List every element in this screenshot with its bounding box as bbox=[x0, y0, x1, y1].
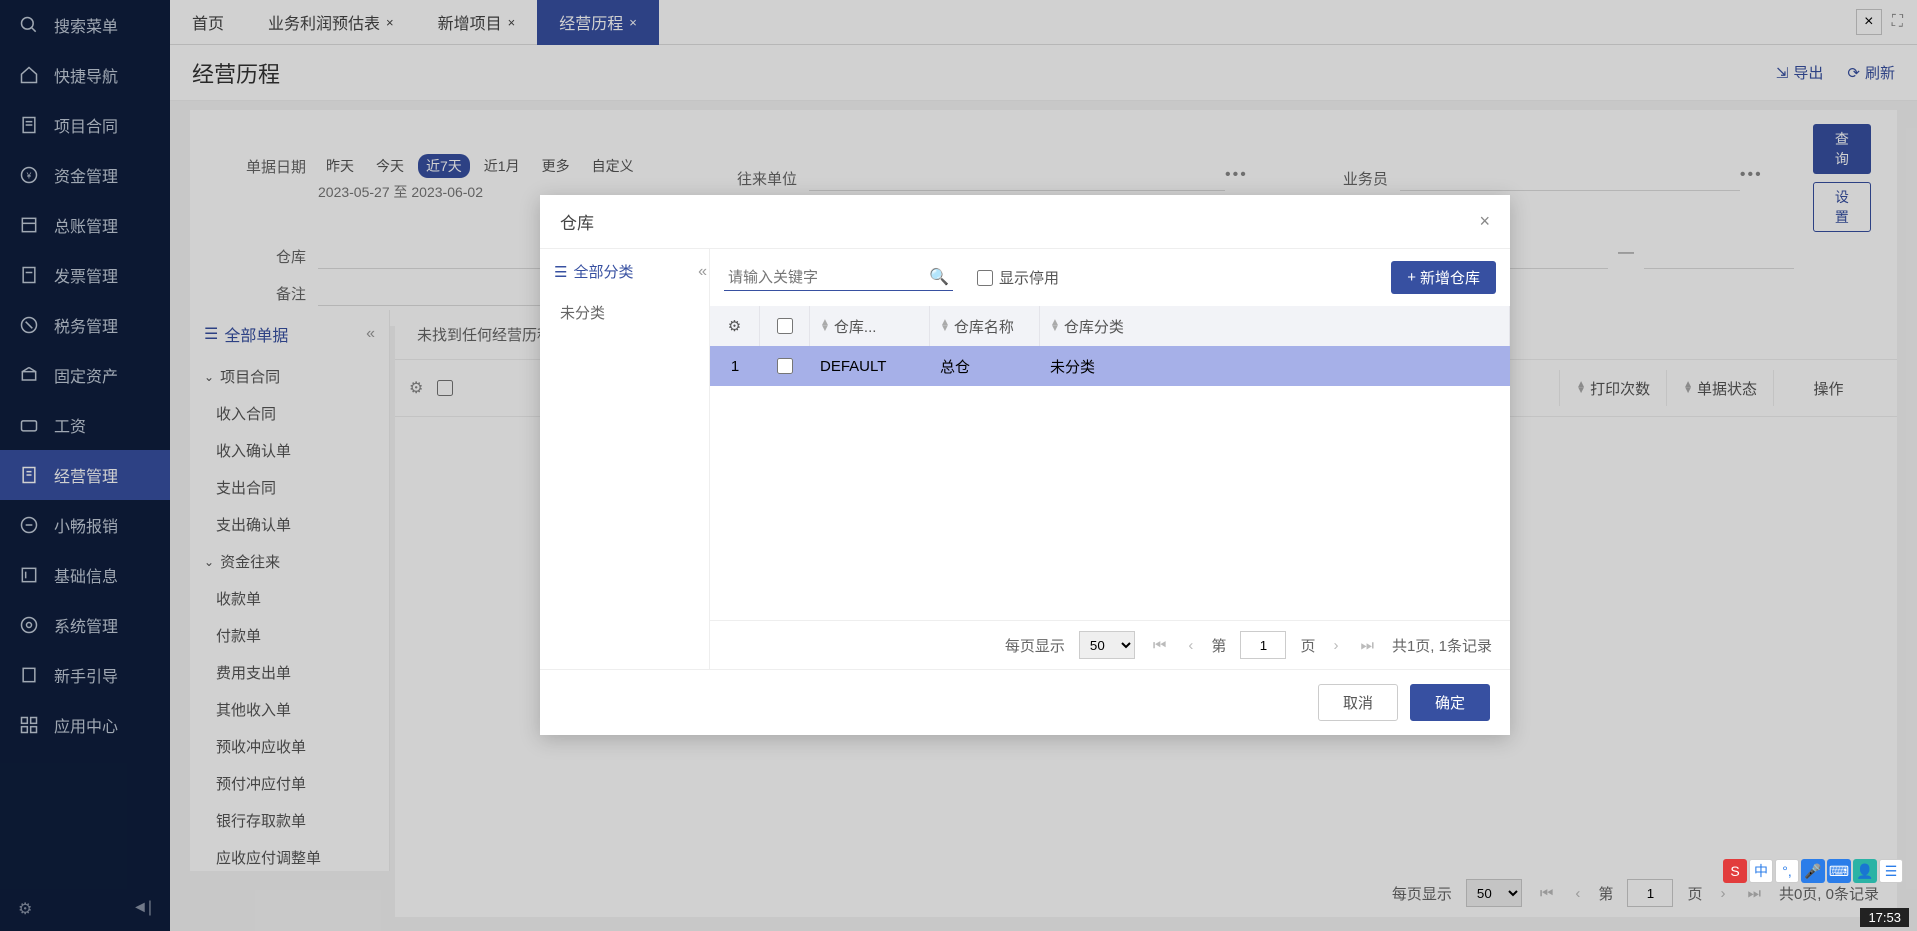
col-label: 仓库分类 bbox=[1064, 316, 1124, 337]
col-label: 仓库名称 bbox=[954, 316, 1014, 337]
col-label: 仓库... bbox=[834, 316, 877, 337]
row-checkbox-cell bbox=[760, 346, 810, 386]
row-index: 1 bbox=[710, 346, 760, 386]
col-warehouse-code[interactable]: ▲▼ 仓库... bbox=[810, 306, 930, 346]
sort-icon: ▲▼ bbox=[820, 320, 830, 332]
per-page-select[interactable]: 50 bbox=[1079, 631, 1135, 659]
modal-category-panel: ☰ 全部分类 « 未分类 bbox=[540, 249, 710, 669]
warehouse-modal: 仓库 × ☰ 全部分类 « 未分类 🔍 显示停用 + bbox=[540, 195, 1510, 735]
per-page-label: 每页显示 bbox=[1005, 635, 1065, 656]
add-warehouse-button[interactable]: + 新增仓库 bbox=[1391, 261, 1496, 294]
ime-lang-toggle[interactable]: 中 bbox=[1749, 859, 1773, 883]
ok-button[interactable]: 确定 bbox=[1410, 684, 1490, 721]
cancel-button[interactable]: 取消 bbox=[1318, 684, 1398, 721]
modal-pager: 每页显示 50 ⏮ ‹ 第 页 › ⏭ 共1页, 1条记录 bbox=[710, 620, 1510, 669]
ime-user-icon[interactable]: 👤 bbox=[1853, 859, 1877, 883]
modal-header: 仓库 × bbox=[540, 195, 1510, 249]
modal-search-input[interactable] bbox=[724, 265, 953, 291]
page-prev-icon[interactable]: ‹ bbox=[1184, 637, 1197, 654]
ime-toolbar: S 中 °, 🎤 ⌨ 👤 ☰ bbox=[1723, 859, 1903, 883]
select-all-checkbox[interactable] bbox=[777, 318, 793, 334]
ime-menu-icon[interactable]: ☰ bbox=[1879, 859, 1903, 883]
modal-title: 仓库 bbox=[560, 209, 594, 234]
col-warehouse-category[interactable]: ▲▼ 仓库分类 bbox=[1040, 306, 1510, 346]
select-all-column[interactable] bbox=[760, 306, 810, 346]
modal-search-bar: 🔍 显示停用 + 新增仓库 bbox=[710, 249, 1510, 306]
show-disabled-label: 显示停用 bbox=[999, 267, 1059, 288]
page-prefix: 第 bbox=[1211, 635, 1226, 656]
ime-logo-icon[interactable]: S bbox=[1723, 859, 1747, 883]
modal-table-header: ⚙ ▲▼ 仓库... ▲▼ 仓库名称 ▲▼ 仓库分类 bbox=[710, 306, 1510, 346]
ime-keyboard-icon[interactable]: ⌨ bbox=[1827, 859, 1851, 883]
page-first-icon[interactable]: ⏮ bbox=[1149, 637, 1171, 654]
sort-icon: ▲▼ bbox=[940, 320, 950, 332]
page-next-icon[interactable]: › bbox=[1329, 637, 1342, 654]
page-input[interactable] bbox=[1240, 631, 1286, 659]
search-icon[interactable]: 🔍 bbox=[929, 267, 949, 287]
row-category: 未分类 bbox=[1040, 346, 1510, 386]
modal-category-title: 全部分类 bbox=[573, 261, 633, 282]
show-disabled-checkbox[interactable] bbox=[977, 270, 993, 286]
modal-main-panel: 🔍 显示停用 + 新增仓库 ⚙ ▲▼ 仓库... ▲▼ 仓库名称 ▲▼ 仓库分类 bbox=[710, 249, 1510, 669]
ime-punct-icon[interactable]: °, bbox=[1775, 859, 1799, 883]
collapse-icon[interactable]: « bbox=[698, 263, 707, 281]
ime-mic-icon[interactable]: 🎤 bbox=[1801, 859, 1825, 883]
row-checkbox[interactable] bbox=[777, 358, 793, 374]
show-disabled-toggle[interactable]: 显示停用 bbox=[977, 267, 1059, 288]
system-clock: 17:53 bbox=[1860, 908, 1909, 927]
list-icon: ☰ bbox=[554, 263, 567, 281]
add-warehouse-label: 新增仓库 bbox=[1420, 267, 1480, 288]
col-warehouse-name[interactable]: ▲▼ 仓库名称 bbox=[930, 306, 1040, 346]
row-code: DEFAULT bbox=[810, 346, 930, 386]
row-name: 总仓 bbox=[930, 346, 1040, 386]
modal-footer: 取消 确定 bbox=[540, 669, 1510, 735]
sort-icon: ▲▼ bbox=[1050, 320, 1060, 332]
modal-table: ⚙ ▲▼ 仓库... ▲▼ 仓库名称 ▲▼ 仓库分类 1 DEFAULT 总仓 未分类 bbox=[710, 306, 1510, 620]
plus-icon: + bbox=[1407, 269, 1416, 286]
page-last-icon[interactable]: ⏭ bbox=[1356, 637, 1378, 654]
modal-category-item[interactable]: 未分类 bbox=[540, 294, 709, 331]
pager-summary: 共1页, 1条记录 bbox=[1392, 635, 1492, 656]
modal-category-header[interactable]: ☰ 全部分类 bbox=[540, 249, 709, 294]
gear-column[interactable]: ⚙ bbox=[710, 306, 760, 346]
table-row[interactable]: 1 DEFAULT 总仓 未分类 bbox=[710, 346, 1510, 386]
page-suffix: 页 bbox=[1300, 635, 1315, 656]
modal-close-button[interactable]: × bbox=[1479, 211, 1490, 232]
gear-icon: ⚙ bbox=[728, 317, 741, 335]
